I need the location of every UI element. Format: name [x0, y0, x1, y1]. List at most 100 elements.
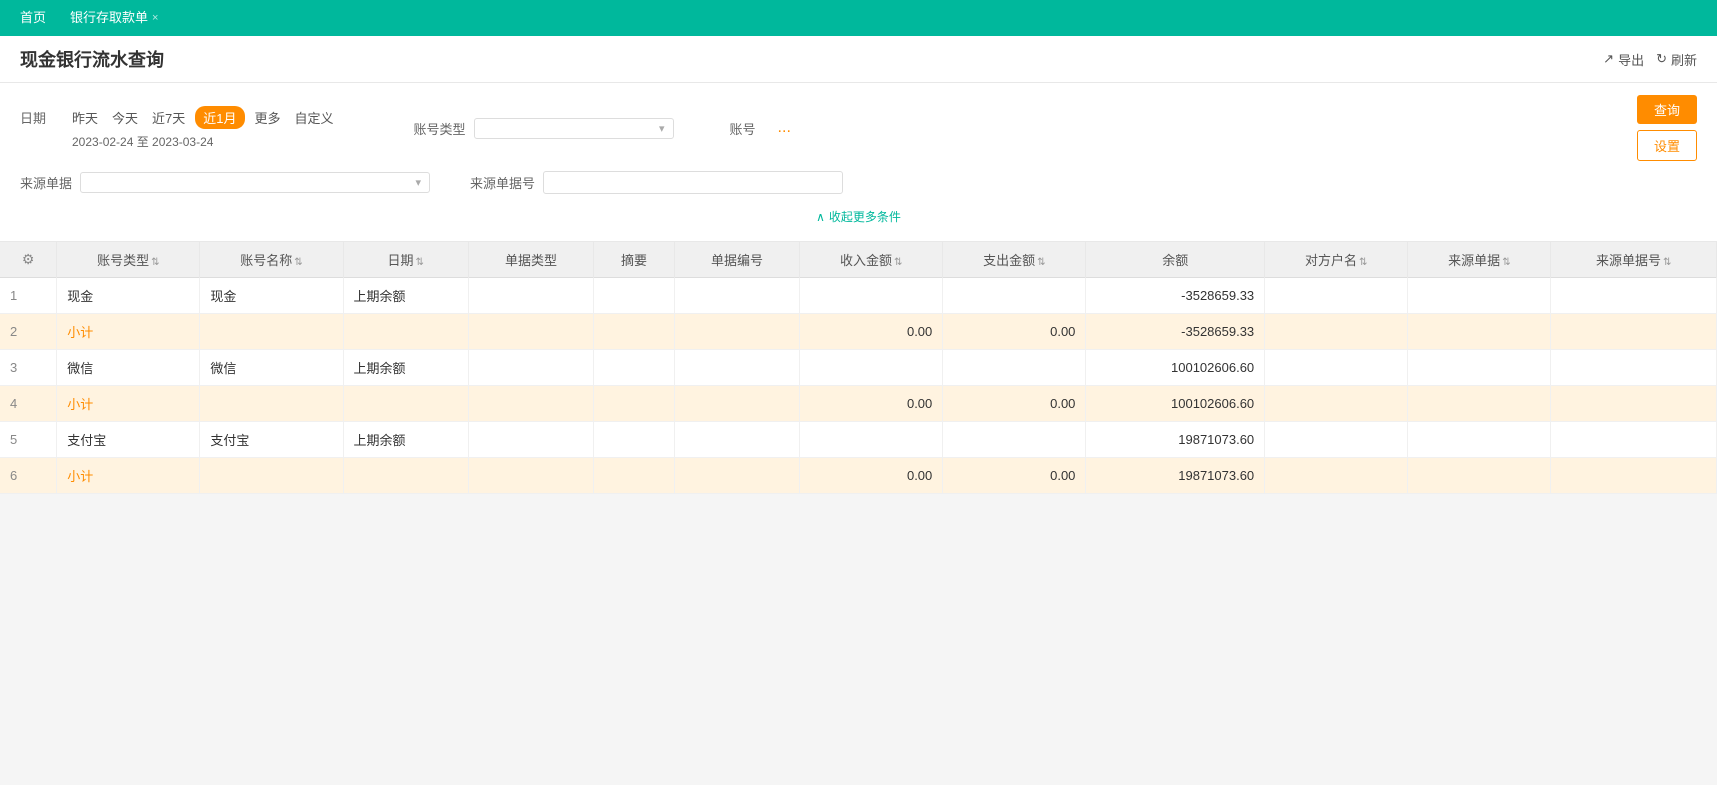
table-cell-source_doc_num: [1551, 278, 1717, 314]
table-cell-account_type: 小计: [57, 458, 200, 494]
collapse-bar[interactable]: ∧ 收起更多条件: [20, 204, 1697, 229]
date-option-昨天[interactable]: 昨天: [68, 106, 102, 129]
col-header-account_type[interactable]: 账号类型⇅: [57, 242, 200, 278]
filter-area: 日期 昨天今天近7天近1月更多自定义 2023-02-24 至 2023-03-…: [0, 83, 1717, 242]
table-cell-doc_type: [468, 458, 593, 494]
col-header-balance: 余额: [1086, 242, 1265, 278]
export-icon: ↗: [1603, 51, 1614, 67]
source-doc-label: 来源单据: [20, 173, 72, 192]
table-cell-doc_num: [674, 350, 799, 386]
col-header-source_doc[interactable]: 来源单据⇅: [1408, 242, 1551, 278]
table-cell-account_name: [200, 386, 343, 422]
table-cell-doc_type: [468, 314, 593, 350]
col-header-counterparty[interactable]: 对方户名⇅: [1265, 242, 1408, 278]
table-cell-counterparty: [1265, 278, 1408, 314]
filter-row-1: 日期 昨天今天近7天近1月更多自定义 2023-02-24 至 2023-03-…: [20, 95, 1697, 161]
table-cell-gear: 6: [0, 458, 57, 494]
table-container: ⚙账号类型⇅账号名称⇅日期⇅单据类型摘要单据编号收入金额⇅支出金额⇅余额对方户名…: [0, 242, 1717, 494]
tab-close-icon[interactable]: ×: [152, 0, 158, 36]
table-cell-expense: 0.00: [943, 458, 1086, 494]
query-button[interactable]: 查询: [1637, 95, 1697, 124]
nav-home[interactable]: 首页: [8, 0, 58, 36]
table-cell-date: 上期余额: [343, 278, 468, 314]
table-cell-gear: 4: [0, 386, 57, 422]
table-cell-account_name: 支付宝: [200, 422, 343, 458]
table-cell-counterparty: [1265, 314, 1408, 350]
table-cell-source_doc_num: [1551, 314, 1717, 350]
table-cell-date: [343, 314, 468, 350]
table-header: ⚙账号类型⇅账号名称⇅日期⇅单据类型摘要单据编号收入金额⇅支出金额⇅余额对方户名…: [0, 242, 1717, 278]
collapse-label: 收起更多条件: [829, 208, 901, 225]
table-cell-income: 0.00: [800, 386, 943, 422]
table-row: 5支付宝支付宝上期余额19871073.60: [0, 422, 1717, 458]
date-options: 昨天今天近7天近1月更多自定义: [68, 106, 338, 129]
source-doc-num-filter: 来源单据号: [470, 171, 843, 194]
table-cell-account_type: 支付宝: [57, 422, 200, 458]
col-header-account_name[interactable]: 账号名称⇅: [200, 242, 343, 278]
table-row: 4小计0.000.00100102606.60: [0, 386, 1717, 422]
table-cell-summary: [594, 314, 675, 350]
col-header-source_doc_num[interactable]: 来源单据号⇅: [1551, 242, 1717, 278]
source-doc-num-input[interactable]: [543, 171, 843, 194]
col-header-date[interactable]: 日期⇅: [343, 242, 468, 278]
table-cell-income: [800, 422, 943, 458]
table-cell-account_name: [200, 314, 343, 350]
nav-tab-银行存取款单[interactable]: 银行存取款单×: [58, 0, 196, 36]
table-cell-source_doc: [1408, 458, 1551, 494]
date-option-近1月[interactable]: 近1月: [195, 106, 244, 129]
table-cell-balance: -3528659.33: [1086, 314, 1265, 350]
date-options-row: 日期 昨天今天近7天近1月更多自定义: [20, 106, 338, 129]
table-cell-date: [343, 458, 468, 494]
table-cell-expense: [943, 350, 1086, 386]
table-cell-account_type: 现金: [57, 278, 200, 314]
table-row: 1现金现金上期余额-3528659.33: [0, 278, 1717, 314]
col-header-income[interactable]: 收入金额⇅: [800, 242, 943, 278]
action-buttons: 查询 设置: [1637, 95, 1697, 161]
table-cell-gear: 5: [0, 422, 57, 458]
col-header-doc_num: 单据编号: [674, 242, 799, 278]
table-cell-income: [800, 350, 943, 386]
table-cell-account_type: 小计: [57, 314, 200, 350]
account-filter: 账号 ...: [730, 119, 791, 138]
table-cell-balance: 100102606.60: [1086, 386, 1265, 422]
refresh-button[interactable]: ↻ 刷新: [1656, 50, 1697, 69]
table-cell-source_doc_num: [1551, 386, 1717, 422]
table-row: 2小计0.000.00-3528659.33: [0, 314, 1717, 350]
account-type-select[interactable]: ▾: [474, 118, 674, 139]
source-doc-select[interactable]: ▾: [80, 172, 430, 193]
date-filter: 日期 昨天今天近7天近1月更多自定义 2023-02-24 至 2023-03-…: [20, 106, 338, 150]
account-label: 账号: [730, 119, 770, 138]
table-cell-income: 0.00: [800, 314, 943, 350]
table-cell-counterparty: [1265, 422, 1408, 458]
table-cell-date: [343, 386, 468, 422]
date-option-更多[interactable]: 更多: [251, 106, 285, 129]
table-cell-expense: [943, 422, 1086, 458]
top-navigation: 首页 收款单×付款单×其他收入单×应收应付调整单×银行存取款单×预收冲应收单×收…: [0, 0, 1717, 36]
table-cell-doc_num: [674, 386, 799, 422]
export-button[interactable]: ↗ 导出: [1603, 50, 1644, 69]
table-cell-doc_type: [468, 278, 593, 314]
col-header-expense[interactable]: 支出金额⇅: [943, 242, 1086, 278]
date-option-近7天[interactable]: 近7天: [148, 106, 189, 129]
table-cell-source_doc_num: [1551, 458, 1717, 494]
table-cell-balance: -3528659.33: [1086, 278, 1265, 314]
date-option-自定义[interactable]: 自定义: [291, 106, 338, 129]
table-cell-date: 上期余额: [343, 350, 468, 386]
table-cell-doc_type: [468, 422, 593, 458]
table-body: 1现金现金上期余额-3528659.332小计0.000.00-3528659.…: [0, 278, 1717, 494]
table-cell-source_doc: [1408, 350, 1551, 386]
date-range: 2023-02-24 至 2023-03-24: [72, 135, 213, 149]
settings-button[interactable]: 设置: [1637, 130, 1697, 161]
chevron-down-icon-2: ▾: [415, 176, 421, 189]
account-ellipsis[interactable]: ...: [778, 119, 791, 137]
header-actions: ↗ 导出 ↻ 刷新: [1603, 50, 1697, 69]
table-cell-source_doc: [1408, 314, 1551, 350]
gear-icon[interactable]: ⚙: [22, 251, 35, 267]
table-cell-income: 0.00: [800, 458, 943, 494]
date-option-今天[interactable]: 今天: [108, 106, 142, 129]
table-cell-summary: [594, 422, 675, 458]
account-type-filter: 账号类型 ▾: [414, 118, 674, 139]
data-table: ⚙账号类型⇅账号名称⇅日期⇅单据类型摘要单据编号收入金额⇅支出金额⇅余额对方户名…: [0, 242, 1717, 494]
table-cell-doc_type: [468, 386, 593, 422]
table-cell-source_doc: [1408, 386, 1551, 422]
